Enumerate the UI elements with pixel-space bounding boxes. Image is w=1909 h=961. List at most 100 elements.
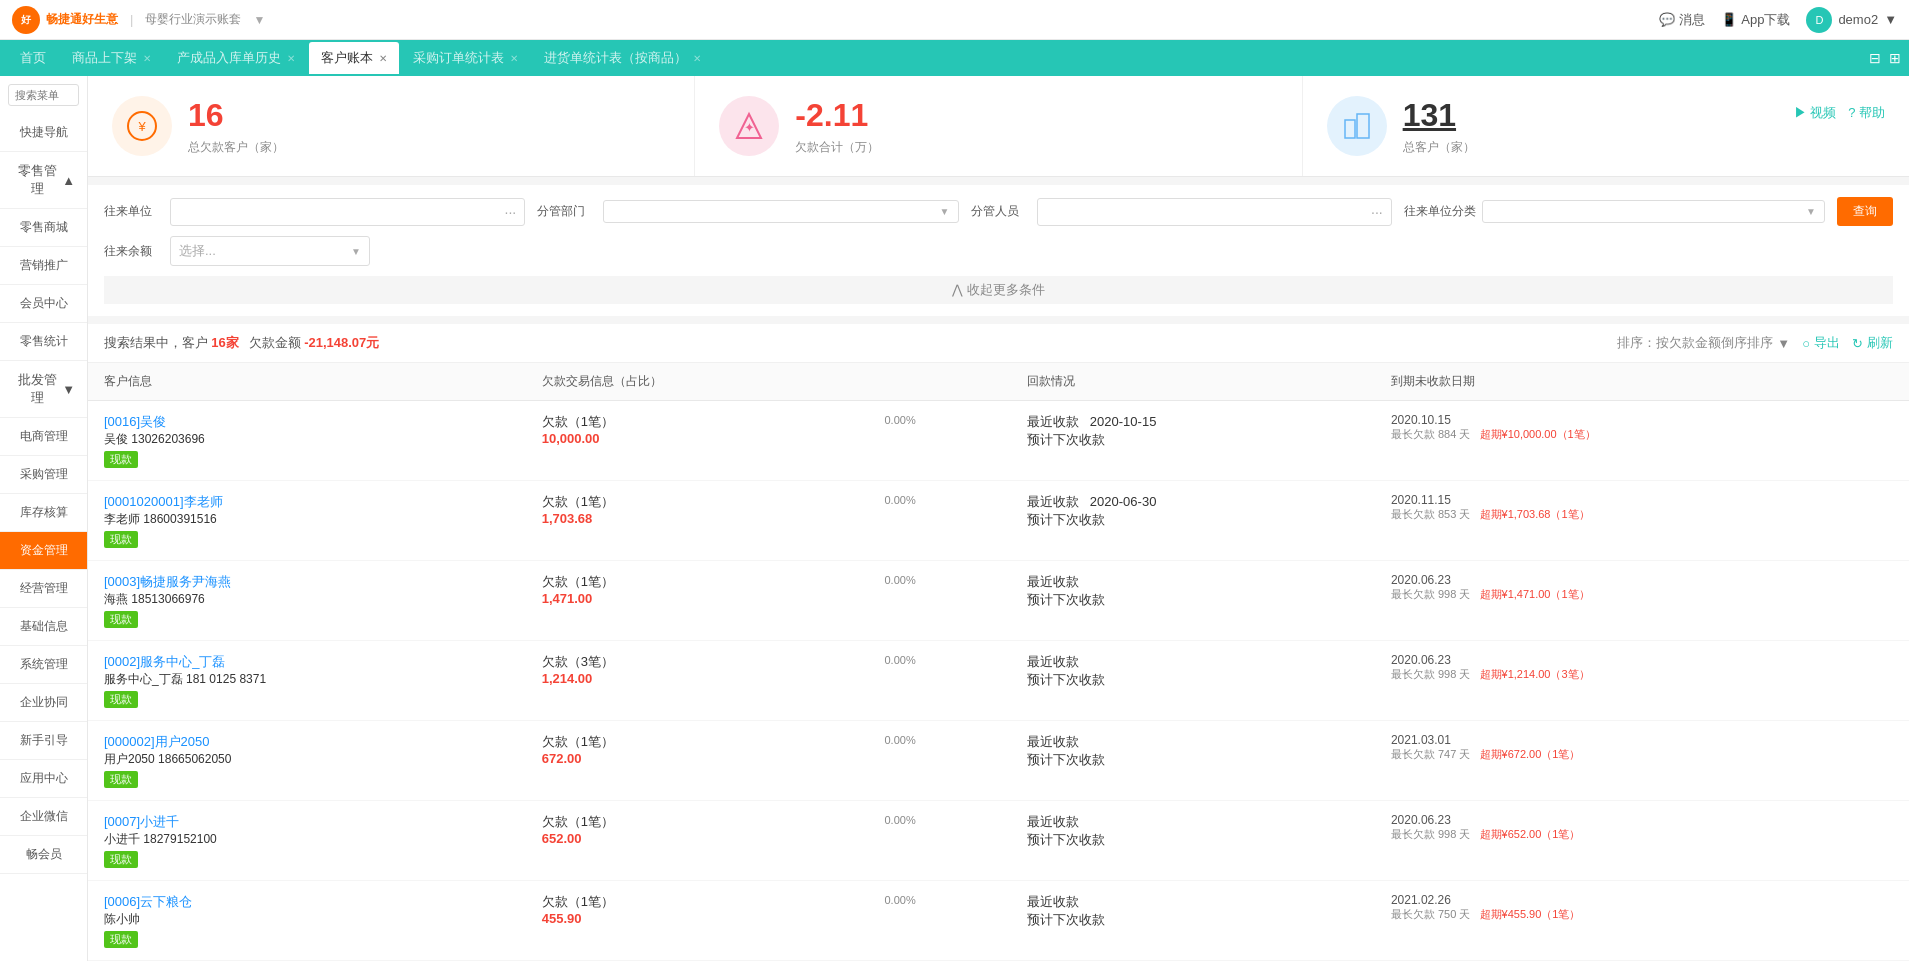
sidebar-item-marketing[interactable]: 营销推广 [0,247,87,285]
tab-expand-icon[interactable]: ⊞ [1889,50,1901,66]
customer-code-2[interactable]: [0003]畅捷服务尹海燕 [104,573,510,591]
logo-area: 好 畅捷通好生意 [12,6,118,34]
filter-row-1: 往来单位 ··· 分管部门 ▼ 分管人员 [104,197,1893,226]
sidebar-item-finance[interactable]: 资金管理 [0,532,87,570]
tab-close-icon[interactable]: ✕ [693,53,701,64]
debt-count-6: 欠款（1笔） [542,893,853,911]
overdue-amount-0[interactable]: 超期¥10,000.00（1笔） [1480,428,1596,440]
recent-label-5: 最近收款 [1027,813,1359,831]
sidebar-item-member-center[interactable]: 会员中心 [0,285,87,323]
debt-amount-1[interactable]: 1,703.68 [542,511,853,526]
overdue-amount-1[interactable]: 超期¥1,703.68（1笔） [1480,508,1590,520]
svg-text:✦: ✦ [744,120,755,135]
overdue-amount-4[interactable]: 超期¥672.00（1笔） [1480,748,1581,760]
sidebar-search-input[interactable] [8,84,79,106]
sidebar-item-ecommerce[interactable]: 电商管理 [0,418,87,456]
filter-item-dept: 分管部门 ▼ [537,200,958,223]
customer-code-6[interactable]: [0006]云下粮仓 [104,893,510,911]
debt-amount-5[interactable]: 652.00 [542,831,853,846]
tab-purchase-order-stats-label: 采购订单统计表 [413,49,504,67]
tab-close-icon[interactable]: ✕ [143,53,151,64]
tab-production-history[interactable]: 产成品入库单历史 ✕ [165,42,307,74]
customer-code-0[interactable]: [0016]吴俊 [104,413,510,431]
tab-bar-actions: ⊟ ⊞ [1869,50,1901,66]
sidebar-item-inventory[interactable]: 库存核算 [0,494,87,532]
filter-select-unit-class[interactable]: ▼ [1482,200,1825,223]
app-download-btn[interactable]: 📱 App下载 [1721,11,1790,29]
overdue-days-4: 最长欠款 747 天 超期¥672.00（1笔） [1391,747,1893,762]
customer-tag-6: 现款 [104,931,138,948]
debt-amount-6[interactable]: 455.90 [542,911,853,926]
avatar: D [1806,7,1832,33]
tab-product-shelf-label: 商品上下架 [72,49,137,67]
svg-rect-5 [1357,114,1369,138]
sidebar-item-system[interactable]: 系统管理 [0,646,87,684]
due-date-6: 2021.02.26 [1391,893,1893,907]
help-btn[interactable]: ? 帮助 [1848,104,1885,122]
debt-amount-2[interactable]: 1,471.00 [542,591,853,606]
cell-debt-0: 欠款（1笔） 10,000.00 [526,401,869,481]
sidebar-item-enterprise[interactable]: 企业协同 [0,684,87,722]
customer-code-3[interactable]: [0002]服务中心_丁磊 [104,653,510,671]
overdue-amount-3[interactable]: 超期¥1,214.00（3笔） [1480,668,1590,680]
filter-select-dept[interactable]: ▼ [603,200,958,223]
filter-select-unit[interactable]: ··· [170,198,525,226]
customer-code-4[interactable]: [000002]用户2050 [104,733,510,751]
customer-code-5[interactable]: [0007]小进千 [104,813,510,831]
overdue-amount-2[interactable]: 超期¥1,471.00（1笔） [1480,588,1590,600]
customer-name-5: 小进千 18279152100 [104,831,510,848]
customer-name-0: 吴俊 13026203696 [104,431,510,448]
sidebar-item-business[interactable]: 经营管理 [0,570,87,608]
overdue-amount-6[interactable]: 超期¥455.90（1笔） [1480,908,1581,920]
sidebar-item-retail-mgmt[interactable]: 零售管理 ▲ [0,152,87,209]
tab-restore-icon[interactable]: ⊟ [1869,50,1881,66]
sidebar-item-wechat[interactable]: 企业微信 [0,798,87,836]
tab-product-shelf[interactable]: 商品上下架 ✕ [60,42,163,74]
refresh-btn[interactable]: ↻ 刷新 [1852,334,1893,352]
user-menu[interactable]: D demo2 ▼ [1806,7,1897,33]
play-icon: ▶ [1794,105,1807,120]
customer-name-4: 用户2050 18665062050 [104,751,510,768]
logo-icon: 好 [12,6,40,34]
stat-card-total-debt: ✦ -2.11 欠款合计（万） [695,76,1302,176]
sidebar-item-wholesale-mgmt[interactable]: 批发管理 ▼ [0,361,87,418]
filter-select-person[interactable]: ··· [1037,198,1392,226]
sidebar-item-member[interactable]: 畅会员 [0,836,87,874]
stat-info-2: -2.11 欠款合计（万） [795,96,1277,155]
top-bar-left: 好 畅捷通好生意 | 母婴行业演示账套 ▼ [12,6,265,34]
cell-repay-0: 最近收款 2020-10-15 预计下次收款 [1011,401,1375,481]
sidebar-item-basic-info[interactable]: 基础信息 [0,608,87,646]
tab-home[interactable]: 首页 [8,42,58,74]
stat-label-3: 总客户（家） [1403,139,1778,156]
overdue-amount-5[interactable]: 超期¥652.00（1笔） [1480,828,1581,840]
debt-count-4: 欠款（1笔） [542,733,853,751]
search-button[interactable]: 查询 [1837,197,1893,226]
sort-control[interactable]: 排序：按欠款金额倒序排序 ▼ [1617,334,1790,352]
collapse-bar[interactable]: ⋀ 收起更多条件 [104,276,1893,304]
sidebar-item-quick-nav[interactable]: 快捷导航 [0,114,87,152]
debt-amount-0[interactable]: 10,000.00 [542,431,853,446]
filter-chevron-dept: ▼ [940,206,950,217]
sidebar-item-retail-stats[interactable]: 零售统计 [0,323,87,361]
filter-select-balance[interactable]: 选择... ▼ [170,236,370,266]
message-btn[interactable]: 💬 消息 [1659,11,1705,29]
tab-close-icon[interactable]: ✕ [379,53,387,64]
tab-close-icon[interactable]: ✕ [287,53,295,64]
debt-amount-3[interactable]: 1,214.00 [542,671,853,686]
sidebar-item-guide[interactable]: 新手引导 [0,722,87,760]
filter-dots-icon: ··· [505,204,517,220]
col-header-customer: 客户信息 [88,363,526,401]
sidebar-item-retail-mall[interactable]: 零售商城 [0,209,87,247]
sidebar-item-app-center[interactable]: 应用中心 [0,760,87,798]
export-btn[interactable]: ○ 导出 [1802,334,1840,352]
tab-purchase-stats-by-product[interactable]: 进货单统计表（按商品） ✕ [532,42,713,74]
debt-amount-4[interactable]: 672.00 [542,751,853,766]
main-layout: 快捷导航 零售管理 ▲ 零售商城 营销推广 会员中心 零售统计 批发管理 ▼ 电… [0,76,1909,961]
view-btn[interactable]: ▶ 视频 [1794,104,1837,122]
customer-code-1[interactable]: [0001020001]李老师 [104,493,510,511]
tab-purchase-order-stats[interactable]: 采购订单统计表 ✕ [401,42,530,74]
tab-close-icon[interactable]: ✕ [510,53,518,64]
tab-customer-account[interactable]: 客户账本 ✕ [309,42,399,74]
store-selector-icon[interactable]: ▼ [253,13,265,27]
sidebar-item-purchase[interactable]: 采购管理 [0,456,87,494]
